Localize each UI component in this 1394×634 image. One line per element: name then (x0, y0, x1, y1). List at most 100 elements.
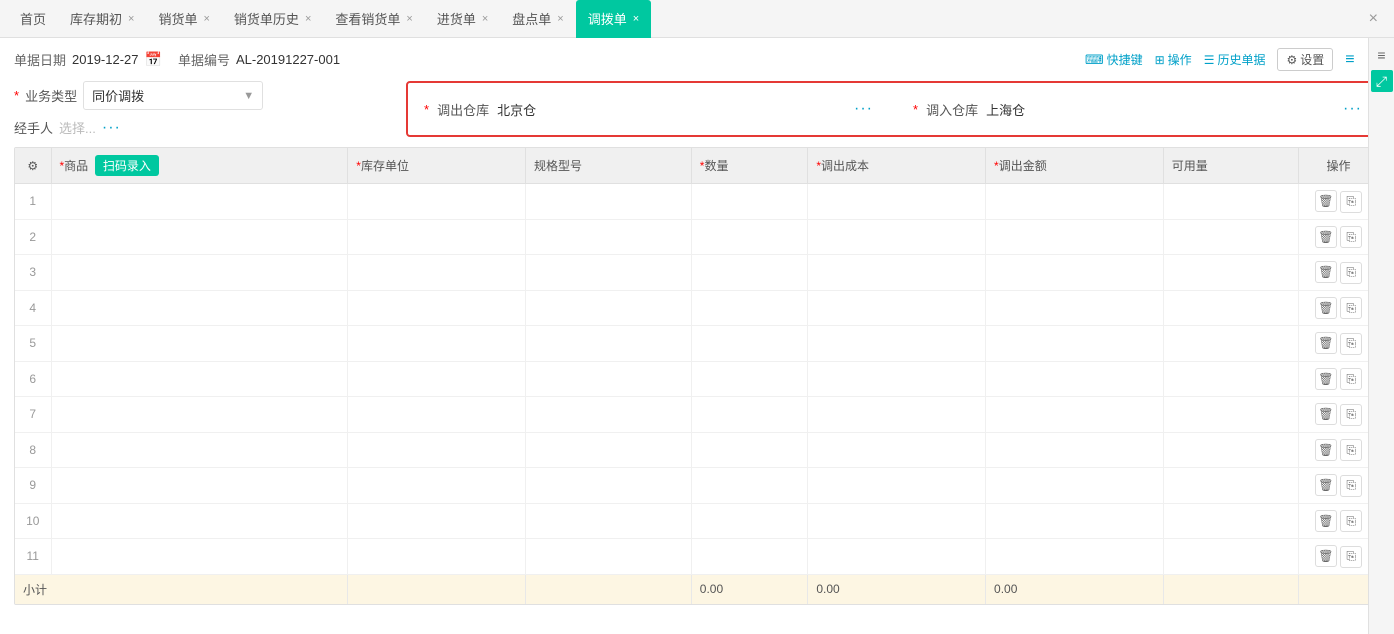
row-spec[interactable] (526, 361, 692, 397)
row-spec[interactable] (526, 503, 692, 539)
row-product[interactable] (51, 184, 348, 220)
tab-close-purchase-order[interactable]: × (482, 13, 488, 25)
row-qty[interactable] (691, 361, 808, 397)
row-spec[interactable] (526, 397, 692, 433)
person-more-btn[interactable]: ··· (102, 119, 121, 137)
tab-close-view-sales[interactable]: × (406, 13, 412, 25)
tab-sales-order[interactable]: 销货单 × (146, 0, 221, 38)
row-amount[interactable] (986, 255, 1164, 291)
copy-row-button[interactable]: ⎘ (1340, 191, 1362, 213)
row-spec[interactable] (526, 184, 692, 220)
copy-row-button[interactable]: ⎘ (1340, 439, 1362, 461)
copy-row-button[interactable]: ⎘ (1340, 475, 1362, 497)
delete-row-button[interactable]: 🗑 (1315, 439, 1337, 461)
delete-row-button[interactable]: 🗑 (1315, 332, 1337, 354)
tab-view-sales[interactable]: 查看销货单 × (323, 0, 424, 38)
row-cost[interactable] (808, 432, 986, 468)
row-spec[interactable] (526, 326, 692, 362)
row-unit[interactable] (348, 397, 526, 433)
row-qty[interactable] (691, 326, 808, 362)
row-unit[interactable] (348, 255, 526, 291)
row-unit[interactable] (348, 184, 526, 220)
row-available[interactable] (1163, 539, 1298, 575)
calendar-icon[interactable]: 📅 (145, 51, 162, 68)
delete-row-button[interactable]: 🗑 (1315, 261, 1337, 283)
sidebar-list-icon[interactable]: ≡ (1371, 44, 1393, 66)
row-product[interactable] (51, 361, 348, 397)
row-amount[interactable] (986, 290, 1164, 326)
row-unit[interactable] (348, 432, 526, 468)
copy-row-button[interactable]: ⎘ (1340, 546, 1362, 568)
row-qty[interactable] (691, 219, 808, 255)
delete-row-button[interactable]: 🗑 (1315, 403, 1337, 425)
tab-home[interactable]: 首页 (8, 0, 58, 38)
row-amount[interactable] (986, 397, 1164, 433)
business-type-select[interactable]: 同价调拨 ▼ (83, 81, 263, 110)
row-amount[interactable] (986, 503, 1164, 539)
row-cost[interactable] (808, 290, 986, 326)
copy-row-button[interactable]: ⎘ (1340, 368, 1362, 390)
row-unit[interactable] (348, 290, 526, 326)
row-qty[interactable] (691, 290, 808, 326)
row-unit[interactable] (348, 326, 526, 362)
row-qty[interactable] (691, 468, 808, 504)
delete-row-button[interactable]: 🗑 (1315, 190, 1337, 212)
row-spec[interactable] (526, 255, 692, 291)
row-cost[interactable] (808, 219, 986, 255)
row-qty[interactable] (691, 503, 808, 539)
tab-sales-history[interactable]: 销货单历史 × (222, 0, 323, 38)
shortcut-btn[interactable]: ⌨ 快捷键 (1085, 51, 1143, 68)
row-qty[interactable] (691, 432, 808, 468)
row-cost[interactable] (808, 539, 986, 575)
row-available[interactable] (1163, 255, 1298, 291)
delete-row-button[interactable]: 🗑 (1315, 545, 1337, 567)
row-amount[interactable] (986, 539, 1164, 575)
row-cost[interactable] (808, 397, 986, 433)
copy-row-button[interactable]: ⎘ (1340, 297, 1362, 319)
row-amount[interactable] (986, 432, 1164, 468)
tab-inventory-init[interactable]: 库存期初 × (58, 0, 146, 38)
row-available[interactable] (1163, 219, 1298, 255)
row-product[interactable] (51, 503, 348, 539)
row-available[interactable] (1163, 468, 1298, 504)
delete-row-button[interactable]: 🗑 (1315, 368, 1337, 390)
row-available[interactable] (1163, 290, 1298, 326)
row-spec[interactable] (526, 219, 692, 255)
tab-transfer-order[interactable]: 调拨单 × (576, 0, 651, 38)
delete-row-button[interactable]: 🗑 (1315, 226, 1337, 248)
tab-close-inventory-init[interactable]: × (128, 13, 134, 25)
row-product[interactable] (51, 539, 348, 575)
row-spec[interactable] (526, 432, 692, 468)
row-qty[interactable] (691, 184, 808, 220)
row-amount[interactable] (986, 326, 1164, 362)
scan-button[interactable]: 扫码录入 (95, 155, 159, 176)
sidebar-expand-icon[interactable]: ⤢ (1371, 70, 1393, 92)
row-product[interactable] (51, 397, 348, 433)
row-product[interactable] (51, 219, 348, 255)
row-available[interactable] (1163, 326, 1298, 362)
row-product[interactable] (51, 468, 348, 504)
row-unit[interactable] (348, 539, 526, 575)
row-unit[interactable] (348, 468, 526, 504)
history-btn[interactable]: ☰ 历史单据 (1204, 51, 1266, 68)
row-available[interactable] (1163, 503, 1298, 539)
row-product[interactable] (51, 255, 348, 291)
tab-close-inventory-check[interactable]: × (557, 13, 563, 25)
row-available[interactable] (1163, 361, 1298, 397)
row-available[interactable] (1163, 397, 1298, 433)
layout-icon-1[interactable]: ≡ (1345, 51, 1354, 69)
row-spec[interactable] (526, 290, 692, 326)
row-cost[interactable] (808, 468, 986, 504)
copy-row-button[interactable]: ⎘ (1340, 404, 1362, 426)
delete-row-button[interactable]: 🗑 (1315, 474, 1337, 496)
row-unit[interactable] (348, 219, 526, 255)
row-amount[interactable] (986, 184, 1164, 220)
row-qty[interactable] (691, 397, 808, 433)
row-cost[interactable] (808, 361, 986, 397)
row-product[interactable] (51, 290, 348, 326)
row-unit[interactable] (348, 503, 526, 539)
row-product[interactable] (51, 326, 348, 362)
window-close-button[interactable]: × (1361, 10, 1386, 28)
person-select[interactable]: 选择... (59, 118, 96, 137)
copy-row-button[interactable]: ⎘ (1340, 510, 1362, 532)
